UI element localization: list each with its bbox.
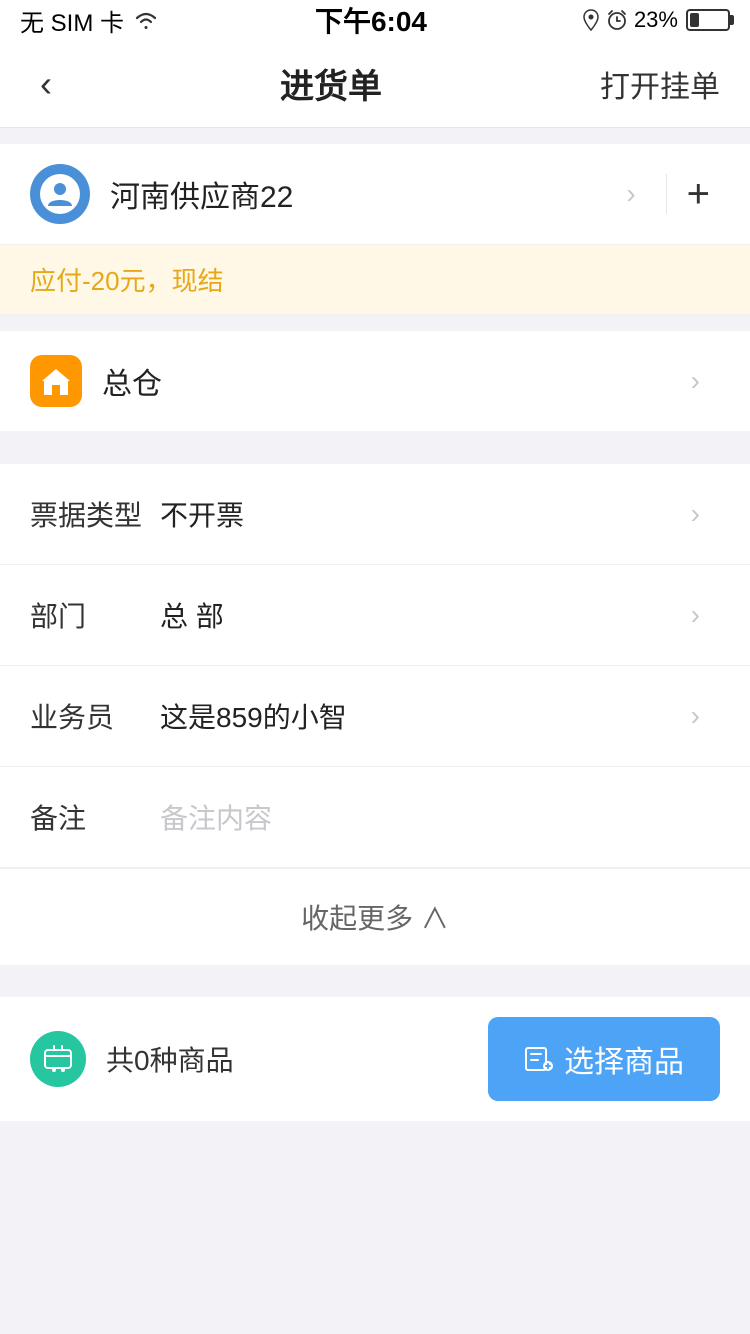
nav-bar: ‹ 进货单 打开挂单	[0, 40, 750, 128]
section-divider-2	[0, 315, 750, 331]
battery-percent: 23%	[634, 7, 678, 33]
supplier-chevron-icon: ›	[626, 178, 635, 210]
department-value: 总 部	[150, 595, 691, 635]
supplier-divider	[666, 174, 667, 214]
notice-bar: 应付-20元，现结	[0, 245, 750, 315]
salesperson-row[interactable]: 业务员 这是859的小智 ›	[0, 666, 750, 767]
product-count-label: 共0种商品	[106, 1039, 488, 1079]
warehouse-chevron-icon: ›	[691, 365, 700, 397]
collapse-label: 收起更多 ∧	[301, 903, 449, 934]
battery-icon	[686, 9, 730, 31]
location-icon	[582, 9, 600, 31]
invoice-type-label: 票据类型	[30, 494, 150, 534]
supplier-name: 河南供应商22	[110, 172, 626, 216]
department-label: 部门	[30, 595, 150, 635]
warehouse-section: 总仓 ›	[0, 331, 750, 432]
product-icon-wrap	[30, 1031, 86, 1087]
supplier-section: 河南供应商22 › + 应付-20元，现结	[0, 144, 750, 315]
add-supplier-button[interactable]: +	[677, 172, 720, 217]
select-product-button[interactable]: 选择商品	[488, 1017, 720, 1101]
invoice-type-chevron-icon: ›	[691, 498, 700, 530]
supplier-avatar	[30, 164, 90, 224]
status-bar-time: 下午6:04	[315, 0, 427, 40]
carrier-text: 无 SIM 卡	[20, 3, 124, 38]
open-pending-button[interactable]: 打开挂单	[600, 62, 720, 106]
invoice-type-value: 不开票	[150, 494, 691, 534]
invoice-type-row[interactable]: 票据类型 不开票 ›	[0, 464, 750, 565]
page-content: 河南供应商22 › + 应付-20元，现结 总仓 ›	[0, 128, 750, 1334]
salesperson-chevron-icon: ›	[691, 700, 700, 732]
section-divider-4	[0, 965, 750, 981]
collapse-button[interactable]: 收起更多 ∧	[0, 868, 750, 965]
section-divider-1	[0, 128, 750, 144]
salesperson-label: 业务员	[30, 696, 150, 736]
form-section: 票据类型 不开票 › 部门 总 部 › 业务员 这是859的小智 › 备注 备注…	[0, 448, 750, 965]
warehouse-row[interactable]: 总仓 ›	[0, 331, 750, 432]
salesperson-value: 这是859的小智	[150, 696, 691, 736]
section-divider-3	[0, 448, 750, 464]
status-bar: 无 SIM 卡 下午6:04 23%	[0, 0, 750, 40]
warehouse-icon-wrap	[30, 355, 82, 407]
remark-input[interactable]: 备注内容	[150, 797, 720, 837]
wifi-icon	[132, 10, 160, 30]
status-bar-right: 23%	[582, 7, 730, 33]
warehouse-name: 总仓	[102, 359, 691, 403]
page-title: 进货单	[280, 59, 382, 108]
alarm-icon	[606, 9, 628, 31]
back-button[interactable]: ‹	[30, 53, 62, 115]
department-chevron-icon: ›	[691, 599, 700, 631]
person-icon	[44, 178, 76, 210]
remark-row[interactable]: 备注 备注内容	[0, 767, 750, 868]
select-product-icon	[524, 1044, 554, 1074]
notice-text: 应付-20元，现结	[30, 266, 224, 296]
select-product-label: 选择商品	[564, 1037, 684, 1081]
supplier-row[interactable]: 河南供应商22 › +	[0, 144, 750, 245]
bottom-bar: 共0种商品 选择商品	[0, 997, 750, 1121]
cart-icon	[41, 1042, 75, 1076]
department-row[interactable]: 部门 总 部 ›	[0, 565, 750, 666]
warehouse-icon	[40, 365, 72, 397]
status-bar-left: 无 SIM 卡	[20, 3, 160, 38]
remark-label: 备注	[30, 797, 150, 837]
